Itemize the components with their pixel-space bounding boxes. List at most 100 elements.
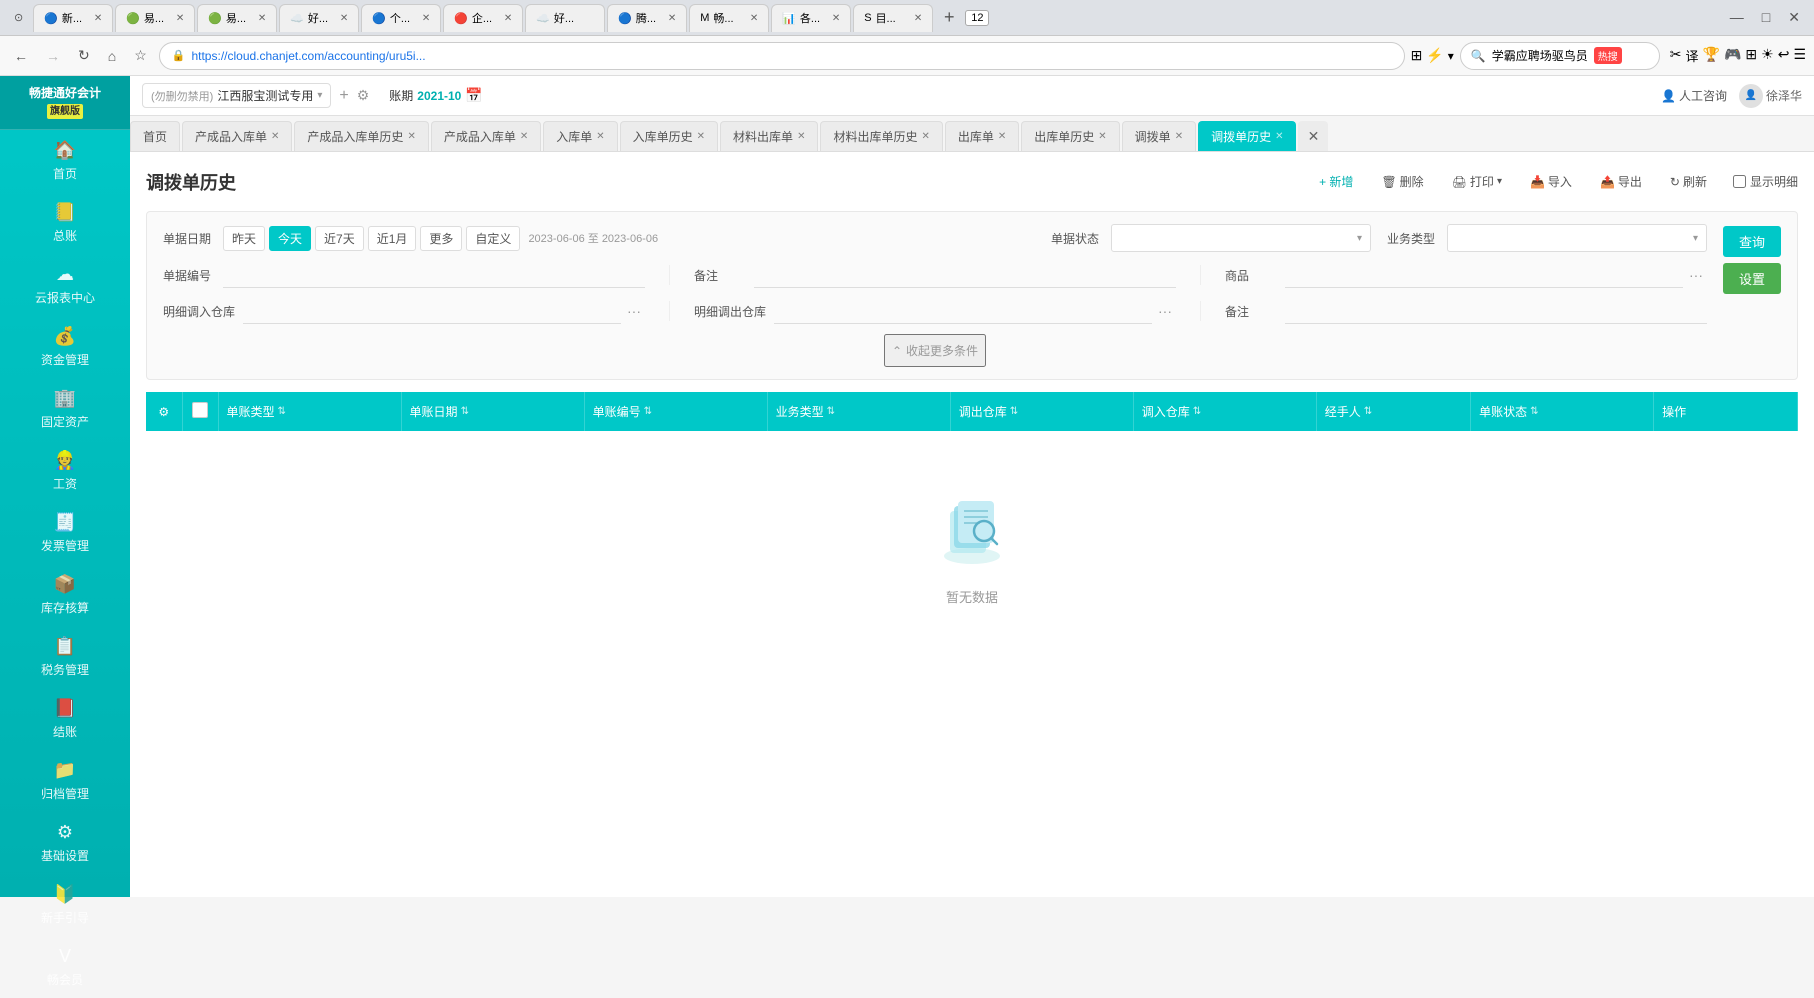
service-btn[interactable]: 👤 人工咨询	[1661, 87, 1727, 104]
browser-tab-tab5[interactable]: 🔵个...✕	[361, 4, 441, 32]
tab-close-icon[interactable]: ✕	[94, 13, 102, 24]
col-settings[interactable]: ⚙	[146, 392, 182, 431]
page-tab-8[interactable]: 出库单 ✕	[945, 121, 1019, 151]
browser-tab-tab6[interactable]: 🔴企...✕	[443, 4, 523, 32]
col-doc-date[interactable]: 单账日期 ⇅	[401, 392, 584, 431]
page-tab-1[interactable]: 产成品入库单 ✕	[182, 121, 292, 151]
tab-close-icon[interactable]: ✕	[340, 13, 348, 24]
page-tab-close-icon[interactable]: ✕	[1175, 131, 1183, 142]
browser-tab-tab4[interactable]: ☁️好...✕	[279, 4, 359, 32]
reward-icon[interactable]: 🏆	[1703, 46, 1720, 65]
calendar-icon[interactable]: 📅	[465, 87, 482, 104]
detail-out-input[interactable]	[774, 298, 1152, 324]
date-btn-yesterday[interactable]: 昨天	[223, 226, 265, 251]
sidebar-item-10[interactable]: 📁归档管理	[0, 750, 130, 812]
user-profile[interactable]: 👤 徐泽华	[1739, 84, 1802, 108]
tab-close-icon[interactable]: ✕	[504, 13, 512, 24]
detail-in-dots-btn[interactable]: ···	[623, 303, 645, 319]
period-value[interactable]: 2021-10	[417, 89, 461, 103]
sidebar-item-6[interactable]: 🧾发票管理	[0, 502, 130, 564]
maximize-btn[interactable]: □	[1756, 5, 1776, 30]
col-checkbox[interactable]	[182, 392, 218, 431]
page-tab-close-icon[interactable]: ✕	[596, 131, 604, 142]
page-tab-11[interactable]: 调拨单历史 ✕	[1198, 121, 1296, 151]
tab-close-icon[interactable]: ✕	[832, 13, 840, 24]
col-out-warehouse[interactable]: 调出仓库 ⇅	[950, 392, 1133, 431]
page-tab-close-icon[interactable]: ✕	[797, 131, 805, 142]
import-btn[interactable]: 📥 导入	[1520, 168, 1582, 195]
reload-btn[interactable]: ↻	[72, 43, 96, 68]
tab-close-icon[interactable]: ✕	[258, 13, 266, 24]
add-company-btn[interactable]: +	[339, 87, 348, 105]
sidebar-item-9[interactable]: 📕结账	[0, 688, 130, 750]
col-doc-type[interactable]: 单账类型 ⇅	[218, 392, 401, 431]
page-tab-close-icon[interactable]: ✕	[998, 131, 1006, 142]
company-selector[interactable]: (勿删勿禁用) 江西服宝测试专用 ▾	[142, 83, 331, 108]
settings-icon[interactable]: ⚙	[357, 87, 370, 104]
browser-tab-tab1[interactable]: 🔵新...✕	[33, 4, 113, 32]
page-tab-close-icon[interactable]: ✕	[271, 131, 279, 142]
grid-apps-icon[interactable]: ⊞	[1745, 46, 1757, 65]
close-btn[interactable]: ✕	[1782, 5, 1806, 30]
col-status[interactable]: 单账状态 ⇅	[1471, 392, 1654, 431]
business-type-select[interactable]: ▾	[1447, 224, 1707, 252]
sidebar-item-4[interactable]: 🏢固定资产	[0, 378, 130, 440]
page-tab-6[interactable]: 材料出库单 ✕	[720, 121, 818, 151]
game-icon[interactable]: 🎮	[1724, 46, 1741, 65]
scissors-icon[interactable]: ✂	[1670, 46, 1682, 65]
browser-tab-tab7[interactable]: ☁️好...	[525, 4, 605, 32]
browser-search-bar[interactable]: 🔍 学霸应聘场驱鸟员 热搜	[1460, 42, 1660, 70]
date-btn-more[interactable]: 更多	[420, 226, 462, 251]
status-select[interactable]: ▾	[1111, 224, 1371, 252]
new-btn[interactable]: + 新增	[1309, 168, 1363, 195]
page-tab-0[interactable]: 首页	[130, 121, 180, 151]
sidebar-item-2[interactable]: ☁云报表中心	[0, 254, 130, 316]
close-all-tabs-btn[interactable]: ✕	[1298, 121, 1328, 151]
browser-tab-tab2[interactable]: 🟢易...✕	[115, 4, 195, 32]
page-tab-7[interactable]: 材料出库单历史 ✕	[820, 121, 942, 151]
browser-tab-tab3[interactable]: 🟢易...✕	[197, 4, 277, 32]
page-tab-close-icon[interactable]: ✕	[1275, 131, 1283, 142]
page-tab-close-icon[interactable]: ✕	[1098, 131, 1106, 142]
doc-number-input[interactable]	[223, 262, 645, 288]
page-tab-5[interactable]: 入库单历史 ✕	[620, 121, 718, 151]
export-btn[interactable]: 📤 导出	[1590, 168, 1652, 195]
tab-close-icon[interactable]: ✕	[914, 13, 922, 24]
delete-btn[interactable]: 🗑 删除	[1371, 168, 1433, 195]
detail-in-input[interactable]	[243, 298, 621, 324]
goods-input[interactable]	[1285, 262, 1683, 288]
display-toggle[interactable]: 显示明细	[1733, 173, 1798, 190]
sidebar-item-13[interactable]: V畅会员	[0, 936, 130, 998]
back-nav-btn[interactable]: ←	[8, 44, 34, 68]
ext-lightning-icon[interactable]: ⚡	[1426, 47, 1443, 64]
print-btn[interactable]: 🖨 打印 ▾	[1442, 168, 1512, 195]
undo-icon[interactable]: ↩	[1778, 46, 1790, 65]
sidebar-item-1[interactable]: 📒总账	[0, 192, 130, 254]
translate-icon[interactable]: 译	[1686, 46, 1699, 65]
tab-close-icon[interactable]: ✕	[176, 13, 184, 24]
goods-dots-btn[interactable]: ···	[1685, 267, 1707, 283]
home-btn[interactable]: ⌂	[102, 44, 122, 68]
browser-tab-tab10[interactable]: 📊各...✕	[771, 4, 851, 32]
browser-back-btn[interactable]: ⊙	[8, 7, 29, 28]
page-tab-close-icon[interactable]: ✕	[921, 131, 929, 142]
date-btn-1month[interactable]: 近1月	[368, 226, 417, 251]
tab-close-icon[interactable]: ✕	[668, 13, 676, 24]
sidebar-item-7[interactable]: 📦库存核算	[0, 564, 130, 626]
col-doc-number[interactable]: 单账编号 ⇅	[584, 392, 767, 431]
settings-btn[interactable]: 设置	[1723, 263, 1781, 294]
bookmark-btn[interactable]: ☆	[128, 43, 153, 68]
menu-icon[interactable]: ☰	[1793, 46, 1806, 65]
theme-icon[interactable]: ☀	[1761, 46, 1774, 65]
page-tab-4[interactable]: 入库单 ✕	[543, 121, 617, 151]
refresh-btn[interactable]: ↻ 刷新	[1660, 168, 1717, 195]
detail-out-dots-btn[interactable]: ···	[1154, 303, 1176, 319]
browser-tab-tab9[interactable]: M畅...✕	[689, 4, 769, 32]
sidebar-item-0[interactable]: 🏠首页	[0, 130, 130, 192]
page-tab-close-icon[interactable]: ✕	[520, 131, 528, 142]
page-tab-3[interactable]: 产成品入库单 ✕	[431, 121, 541, 151]
page-tab-10[interactable]: 调拨单 ✕	[1122, 121, 1196, 151]
tab-close-icon[interactable]: ✕	[750, 13, 758, 24]
tab-close-icon[interactable]: ✕	[422, 13, 430, 24]
col-handler[interactable]: 经手人 ⇅	[1316, 392, 1470, 431]
